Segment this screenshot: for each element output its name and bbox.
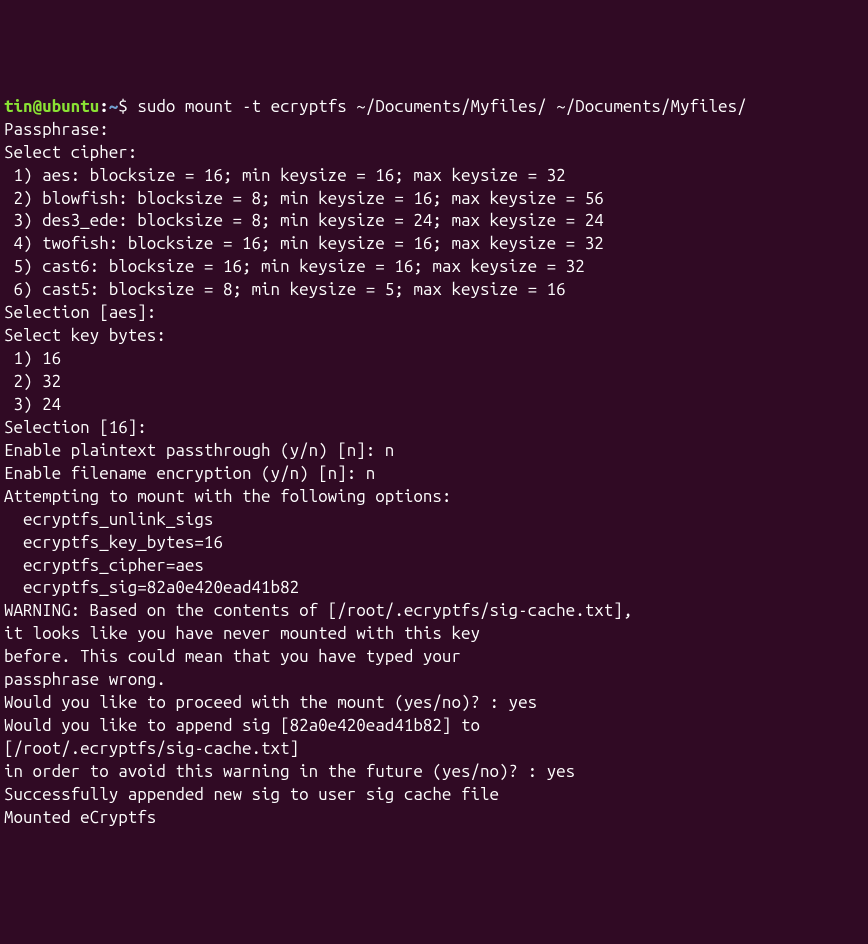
- output-line: 1) 16: [4, 348, 864, 371]
- prompt-dollar: $: [118, 97, 137, 116]
- output-line: it looks like you have never mounted wit…: [4, 623, 864, 646]
- output-line: 2) blowfish: blocksize = 8; min keysize …: [4, 188, 864, 211]
- output-line: before. This could mean that you have ty…: [4, 646, 864, 669]
- output-line: Enable plaintext passthrough (y/n) [n]: …: [4, 440, 864, 463]
- output-line: 1) aes: blocksize = 16; min keysize = 16…: [4, 165, 864, 188]
- prompt-path: ~: [109, 97, 119, 116]
- output-line: [/root/.ecryptfs/sig-cache.txt]: [4, 738, 864, 761]
- prompt-at: @: [33, 97, 43, 116]
- output-line: Enable filename encryption (y/n) [n]: n: [4, 463, 864, 486]
- output-line: 6) cast5: blocksize = 8; min keysize = 5…: [4, 279, 864, 302]
- output-line: in order to avoid this warning in the fu…: [4, 761, 864, 784]
- output-line: Passphrase:: [4, 119, 864, 142]
- prompt-line[interactable]: tin@ubuntu:~$ sudo mount -t ecryptfs ~/D…: [4, 96, 864, 119]
- output-line: ecryptfs_cipher=aes: [4, 555, 864, 578]
- prompt-user: tin: [4, 97, 33, 116]
- output-line: Mounted eCryptfs: [4, 807, 864, 830]
- output-line: ecryptfs_key_bytes=16: [4, 532, 864, 555]
- output-line: ecryptfs_unlink_sigs: [4, 509, 864, 532]
- output-line: 2) 32: [4, 371, 864, 394]
- output-line: ecryptfs_sig=82a0e420ead41b82: [4, 577, 864, 600]
- output-line: Would you like to append sig [82a0e420ea…: [4, 715, 864, 738]
- output-line: passphrase wrong.: [4, 669, 864, 692]
- command-text: sudo mount -t ecryptfs ~/Documents/Myfil…: [137, 97, 746, 116]
- output-line: Select cipher:: [4, 142, 864, 165]
- prompt-colon: :: [99, 97, 109, 116]
- output-line: 5) cast6: blocksize = 16; min keysize = …: [4, 256, 864, 279]
- output-line: Selection [aes]:: [4, 302, 864, 325]
- output-line: Successfully appended new sig to user si…: [4, 784, 864, 807]
- output-line: WARNING: Based on the contents of [/root…: [4, 600, 864, 623]
- output-line: 3) des3_ede: blocksize = 8; min keysize …: [4, 210, 864, 233]
- prompt-host: ubuntu: [42, 97, 99, 116]
- output-line: Would you like to proceed with the mount…: [4, 692, 864, 715]
- output-line: Select key bytes:: [4, 325, 864, 348]
- output-line: Selection [16]:: [4, 417, 864, 440]
- terminal-window[interactable]: tin@ubuntu:~$ sudo mount -t ecryptfs ~/D…: [4, 96, 864, 830]
- output-line: 4) twofish: blocksize = 16; min keysize …: [4, 233, 864, 256]
- output-line: 3) 24: [4, 394, 864, 417]
- output-line: Attempting to mount with the following o…: [4, 486, 864, 509]
